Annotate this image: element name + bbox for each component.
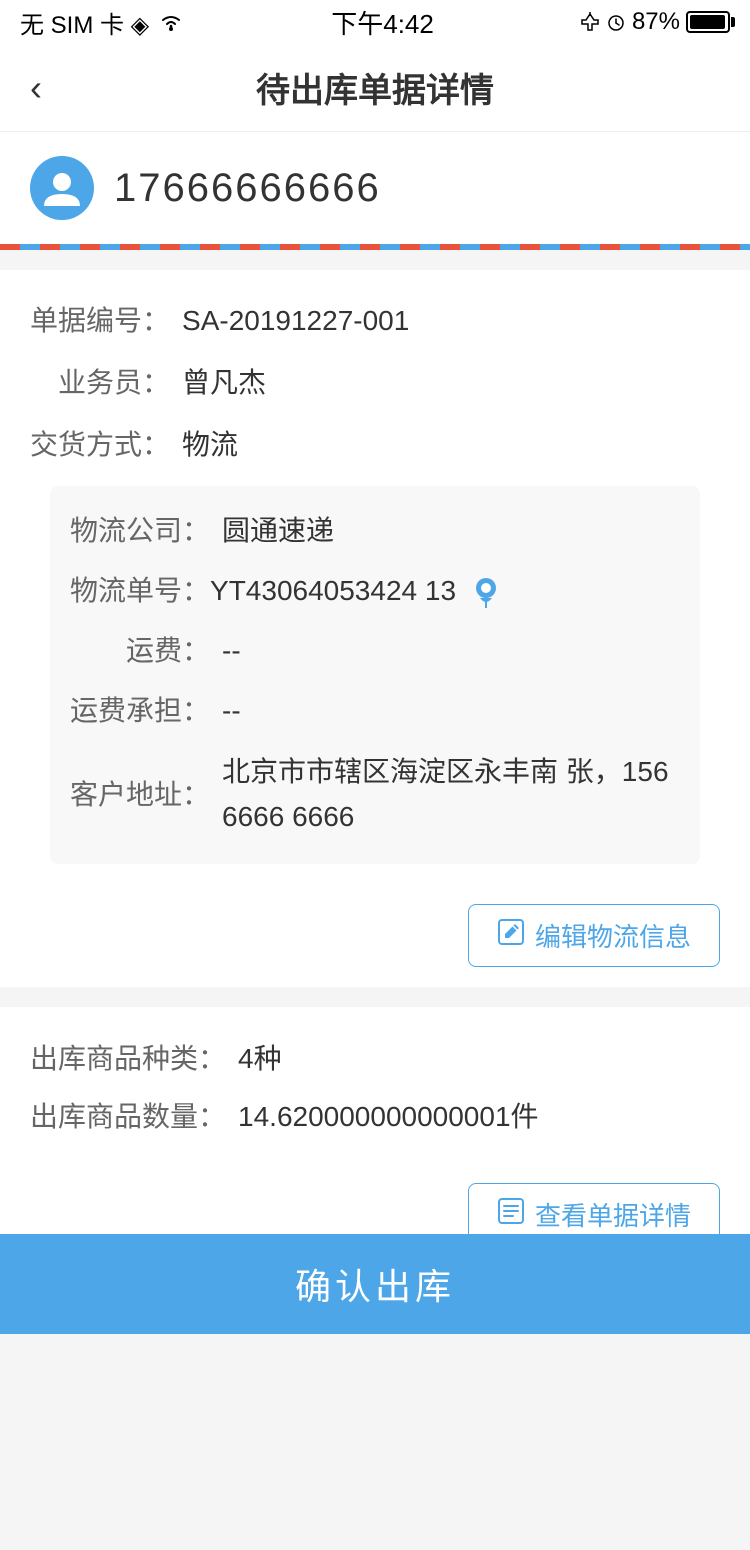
goods-quantity-label: 出库商品数量： — [30, 1095, 226, 1135]
tracking-label: 物流单号： — [70, 570, 210, 612]
location-icon — [580, 12, 600, 32]
address-label: 客户地址： — [70, 774, 210, 816]
customer-section: 17666666666 — [0, 132, 750, 244]
section-divider — [0, 987, 750, 1007]
freight-bear-row: 运费承担： -- — [70, 690, 680, 732]
goods-quantity-row: 出库商品数量： 14.620000000000001件 — [30, 1095, 720, 1135]
delivery-value: 物流 — [182, 424, 720, 466]
avatar — [30, 156, 94, 220]
order-info-section: 单据编号： SA-20191227-001 业务员： 曾凡杰 交货方式： 物流 … — [0, 270, 750, 884]
salesman-label: 业务员： — [30, 362, 170, 404]
address-value: 北京市市辖区海淀区永丰南 张，156 6666 6666 — [222, 750, 680, 840]
edit-logistics-label: 编辑物流信息 — [535, 917, 691, 954]
goods-types-label: 出库商品种类： — [30, 1037, 226, 1077]
nav-bar: ‹ 待出库单据详情 — [0, 44, 750, 132]
tracking-value-row: YT43064053424 13 — [210, 570, 504, 612]
freight-bear-value: -- — [222, 690, 680, 732]
tracking-location-icon — [468, 573, 504, 609]
freight-row: 运费： -- — [70, 630, 680, 672]
dashed-divider — [0, 244, 750, 250]
battery-percent: 87% — [632, 8, 680, 36]
alarm-icon — [606, 12, 626, 32]
confirm-btn-label: 确认出库 — [295, 1258, 455, 1310]
logistics-company-row: 物流公司： 圆通速递 — [70, 510, 680, 552]
page-title: 待出库单据详情 — [256, 63, 494, 112]
status-bar: 无 SIM 卡 ◈ 下午4:42 87% — [0, 0, 750, 44]
delivery-label: 交货方式： — [30, 424, 170, 466]
order-number-label: 单据编号： — [30, 300, 170, 342]
confirm-button[interactable]: 确认出库 — [0, 1234, 750, 1334]
delivery-row: 交货方式： 物流 — [30, 424, 720, 466]
edit-icon — [497, 918, 525, 953]
goods-section: 出库商品种类： 4种 出库商品数量： 14.620000000000001件 — [0, 1007, 750, 1173]
goods-types-row: 出库商品种类： 4种 — [30, 1037, 720, 1077]
tracking-value: YT43064053424 13 — [210, 570, 456, 612]
order-number-value: SA-20191227-001 — [182, 300, 720, 342]
customer-phone: 17666666666 — [114, 166, 381, 211]
battery-fill — [690, 15, 725, 29]
tracking-row: 物流单号： YT43064053424 13 — [70, 570, 680, 612]
freight-label: 运费： — [70, 630, 210, 672]
logistics-company-label: 物流公司： — [70, 510, 210, 552]
view-detail-label: 查看单据详情 — [535, 1196, 691, 1233]
freight-value: -- — [222, 630, 680, 672]
order-number-row: 单据编号： SA-20191227-001 — [30, 300, 720, 342]
sim-text: 无 SIM 卡 ◈ — [20, 5, 149, 40]
battery-icon — [686, 11, 730, 33]
logistics-card: 物流公司： 圆通速递 物流单号： YT43064053424 13 运费： --… — [50, 486, 700, 864]
edit-btn-row: 编辑物流信息 — [0, 884, 750, 987]
back-button[interactable]: ‹ — [30, 67, 42, 109]
edit-logistics-button[interactable]: 编辑物流信息 — [468, 904, 720, 967]
status-left: 无 SIM 卡 ◈ — [20, 5, 185, 40]
salesman-row: 业务员： 曾凡杰 — [30, 362, 720, 404]
time-display: 下午4:42 — [331, 4, 434, 41]
salesman-value: 曾凡杰 — [182, 362, 720, 404]
freight-bear-label: 运费承担： — [70, 690, 210, 732]
logistics-company-value: 圆通速递 — [222, 510, 680, 552]
wifi-icon — [157, 12, 185, 32]
detail-icon — [497, 1197, 525, 1232]
goods-types-value: 4种 — [238, 1037, 282, 1077]
address-row: 客户地址： 北京市市辖区海淀区永丰南 张，156 6666 6666 — [70, 750, 680, 840]
goods-quantity-value: 14.620000000000001件 — [238, 1095, 539, 1135]
status-right: 87% — [580, 8, 730, 36]
